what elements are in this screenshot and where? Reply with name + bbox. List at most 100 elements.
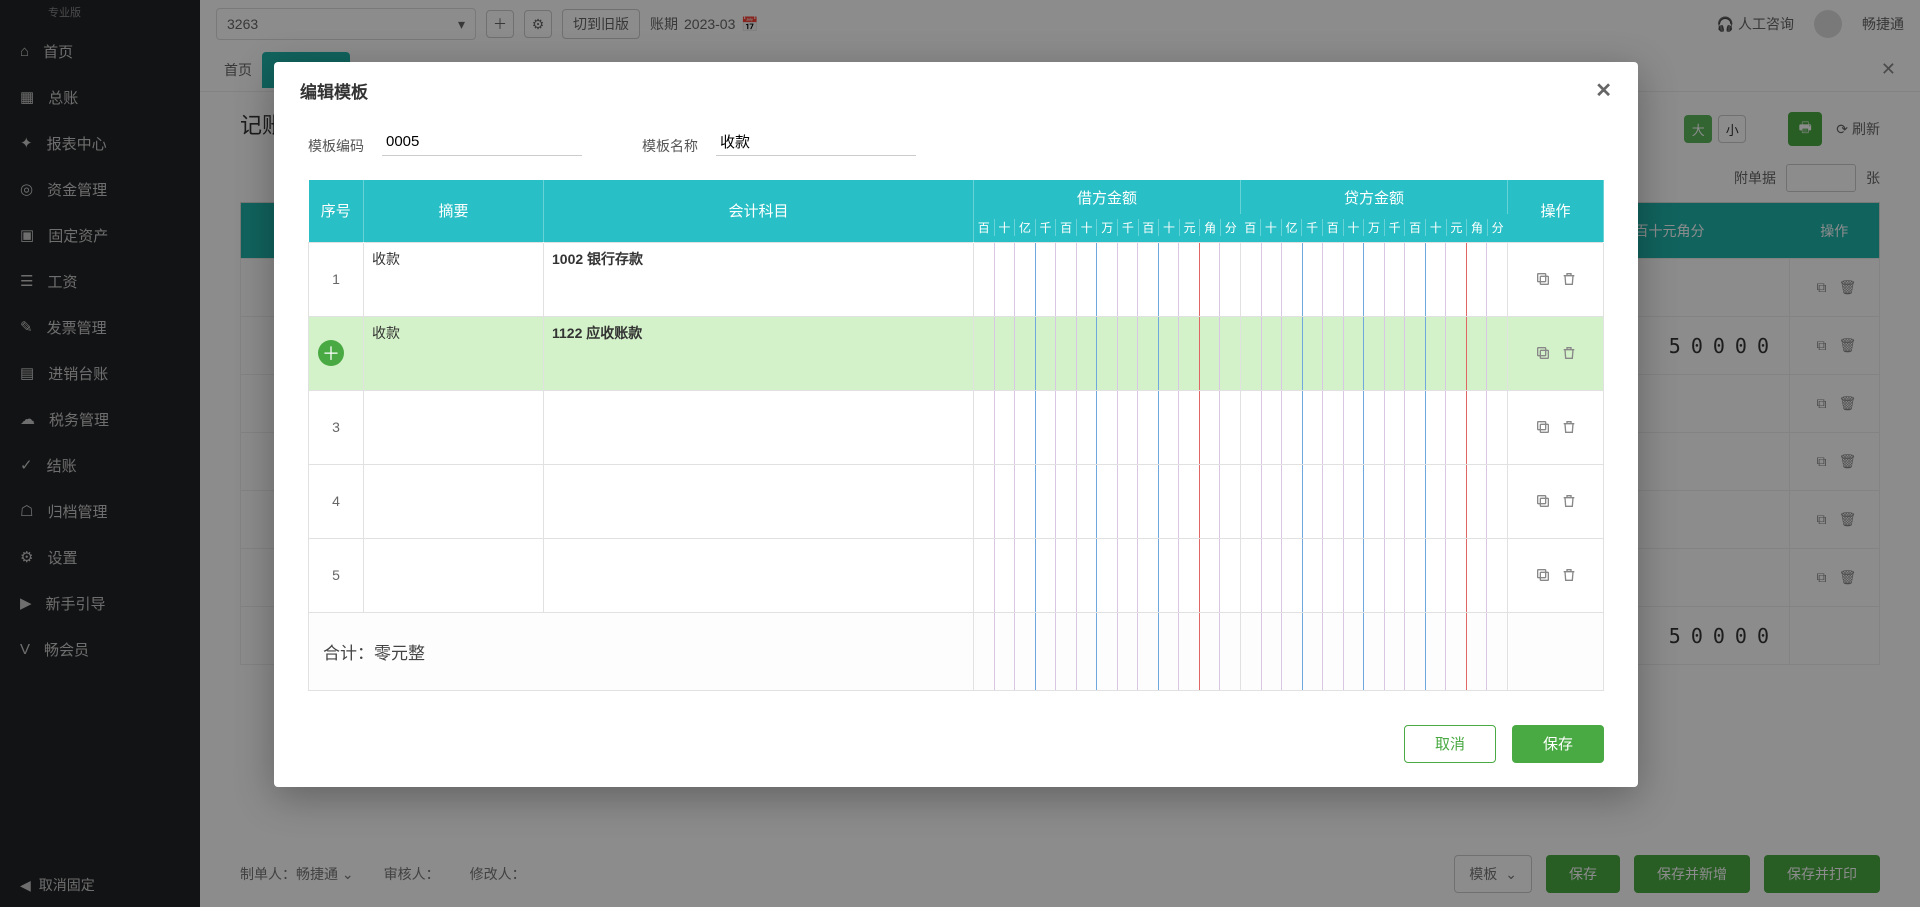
table-row[interactable]: 1收款1002 银行存款 xyxy=(309,242,1604,316)
copy-row-icon[interactable]: ⧉ xyxy=(1811,393,1833,415)
sidebar-item-9[interactable]: ✓结账 xyxy=(0,442,200,488)
support-link[interactable]: 🎧 人工咨询 xyxy=(1717,14,1794,34)
th-account: 会计科目 xyxy=(544,180,974,242)
copy-row-icon[interactable]: ⧉ xyxy=(1811,451,1833,473)
delete-row-icon[interactable]: 🗑 xyxy=(1837,509,1859,531)
cell-credit[interactable] xyxy=(1241,390,1508,464)
ledger-icon: ▦ xyxy=(20,88,34,106)
delete-row-icon[interactable] xyxy=(1558,268,1580,290)
sidebar-item-2[interactable]: ✦报表中心 xyxy=(0,120,200,166)
delete-row-icon[interactable]: 🗑 xyxy=(1837,567,1859,589)
template-code-input[interactable] xyxy=(382,128,582,156)
delete-row-icon[interactable]: 🗑 xyxy=(1837,393,1859,415)
copy-row-icon[interactable]: ⧉ xyxy=(1811,277,1833,299)
cell-ops xyxy=(1508,242,1604,316)
unpin-sidebar[interactable]: ◀ 取消固定 xyxy=(0,863,200,907)
close-all-tabs[interactable]: ✕ xyxy=(1881,59,1896,80)
sidebar-item-12[interactable]: ▶新手引导 xyxy=(0,580,200,626)
table-row[interactable]: ＋ 收款1122 应收账款 xyxy=(309,316,1604,390)
sidebar-item-0[interactable]: ⌂首页 xyxy=(0,28,200,74)
cell-account[interactable]: 1002 银行存款 xyxy=(544,242,974,316)
table-row[interactable]: 5 xyxy=(309,538,1604,612)
refresh-button[interactable]: ⟳ 刷新 xyxy=(1836,119,1880,139)
sidebar-item-8[interactable]: ☁税务管理 xyxy=(0,396,200,442)
sidebar-item-10[interactable]: ☖归档管理 xyxy=(0,488,200,534)
delete-row-icon[interactable]: 🗑 xyxy=(1837,451,1859,473)
th-seq: 序号 xyxy=(309,180,364,242)
cell-ops xyxy=(1508,390,1604,464)
sidebar-item-label: 新手引导 xyxy=(46,593,106,614)
template-dropdown[interactable]: 模板⌄ xyxy=(1454,855,1532,893)
sidebar-item-3[interactable]: ◎资金管理 xyxy=(0,166,200,212)
sidebar-item-13[interactable]: V畅会员 xyxy=(0,626,200,672)
cell-debit[interactable] xyxy=(974,464,1241,538)
cell-debit[interactable] xyxy=(974,316,1241,390)
save-button[interactable]: 保存 xyxy=(1546,855,1620,893)
print-button[interactable]: 🖶 xyxy=(1788,112,1822,146)
font-small-button[interactable]: 小 xyxy=(1718,115,1746,143)
copy-row-icon[interactable] xyxy=(1532,490,1554,512)
copy-row-icon[interactable] xyxy=(1532,342,1554,364)
attach-count-input[interactable] xyxy=(1786,164,1856,192)
modal-save-button[interactable]: 保存 xyxy=(1512,725,1604,763)
copy-row-icon[interactable] xyxy=(1532,564,1554,586)
copy-row-icon[interactable] xyxy=(1532,416,1554,438)
th-op: 操作 xyxy=(1508,180,1604,242)
add-company-button[interactable]: ＋ xyxy=(486,10,514,38)
copy-row-icon[interactable]: ⧉ xyxy=(1811,335,1833,357)
cell-summary[interactable]: 收款 xyxy=(364,316,544,390)
sidebar-item-label: 进销台账 xyxy=(48,363,108,384)
delete-row-icon[interactable]: 🗑 xyxy=(1837,277,1859,299)
funds-icon: ◎ xyxy=(20,180,33,198)
avatar[interactable] xyxy=(1814,10,1842,38)
modal-cancel-button[interactable]: 取消 xyxy=(1404,725,1496,763)
tab-home[interactable]: 首页 xyxy=(224,60,252,80)
settings-button[interactable]: ⚙ xyxy=(524,10,552,38)
cell-summary[interactable] xyxy=(364,390,544,464)
copy-row-icon[interactable]: ⧉ xyxy=(1811,509,1833,531)
cell-ops xyxy=(1508,464,1604,538)
sidebar-item-1[interactable]: ▦总账 xyxy=(0,74,200,120)
delete-row-icon[interactable]: 🗑 xyxy=(1837,335,1859,357)
cell-credit[interactable] xyxy=(1241,538,1508,612)
sidebar-item-11[interactable]: ⚙设置 xyxy=(0,534,200,580)
save-print-button[interactable]: 保存并打印 xyxy=(1764,855,1880,893)
cell-summary[interactable] xyxy=(364,538,544,612)
cell-summary[interactable]: 收款 xyxy=(364,242,544,316)
sidebar-item-5[interactable]: ☰工资 xyxy=(0,258,200,304)
copy-row-icon[interactable] xyxy=(1532,268,1554,290)
table-row[interactable]: 4 xyxy=(309,464,1604,538)
add-row-button[interactable]: ＋ xyxy=(318,340,344,366)
total-credit xyxy=(1241,612,1508,690)
delete-row-icon[interactable] xyxy=(1558,342,1580,364)
calendar-icon[interactable]: 📅 xyxy=(741,16,758,33)
sidebar-item-4[interactable]: ▣固定资产 xyxy=(0,212,200,258)
sidebar-item-6[interactable]: ✎发票管理 xyxy=(0,304,200,350)
font-large-button[interactable]: 大 xyxy=(1684,115,1712,143)
cell-debit[interactable] xyxy=(974,390,1241,464)
delete-row-icon[interactable] xyxy=(1558,490,1580,512)
template-name-input[interactable] xyxy=(716,128,916,156)
sidebar-item-label: 工资 xyxy=(47,271,77,292)
copy-row-icon[interactable]: ⧉ xyxy=(1811,567,1833,589)
cell-credit[interactable] xyxy=(1241,242,1508,316)
cell-account[interactable] xyxy=(544,538,974,612)
table-row[interactable]: 3 xyxy=(309,390,1604,464)
save-new-button[interactable]: 保存并新增 xyxy=(1634,855,1750,893)
sidebar-item-7[interactable]: ▤进销台账 xyxy=(0,350,200,396)
delete-row-icon[interactable] xyxy=(1558,416,1580,438)
cell-summary[interactable] xyxy=(364,464,544,538)
cell-account[interactable] xyxy=(544,464,974,538)
cell-debit[interactable] xyxy=(974,538,1241,612)
cell-credit[interactable] xyxy=(1241,464,1508,538)
modal-close-button[interactable]: ✕ xyxy=(1595,78,1612,103)
col-op: 操作 xyxy=(1790,203,1880,259)
cell-account[interactable] xyxy=(544,390,974,464)
cell-account[interactable]: 1122 应收账款 xyxy=(544,316,974,390)
switch-old-button[interactable]: 切到旧版 xyxy=(562,9,640,39)
delete-row-icon[interactable] xyxy=(1558,564,1580,586)
company-select[interactable]: 3263 ▾ xyxy=(216,8,476,40)
cell-credit[interactable] xyxy=(1241,316,1508,390)
cell-seq: 1 xyxy=(309,242,364,316)
cell-debit[interactable] xyxy=(974,242,1241,316)
